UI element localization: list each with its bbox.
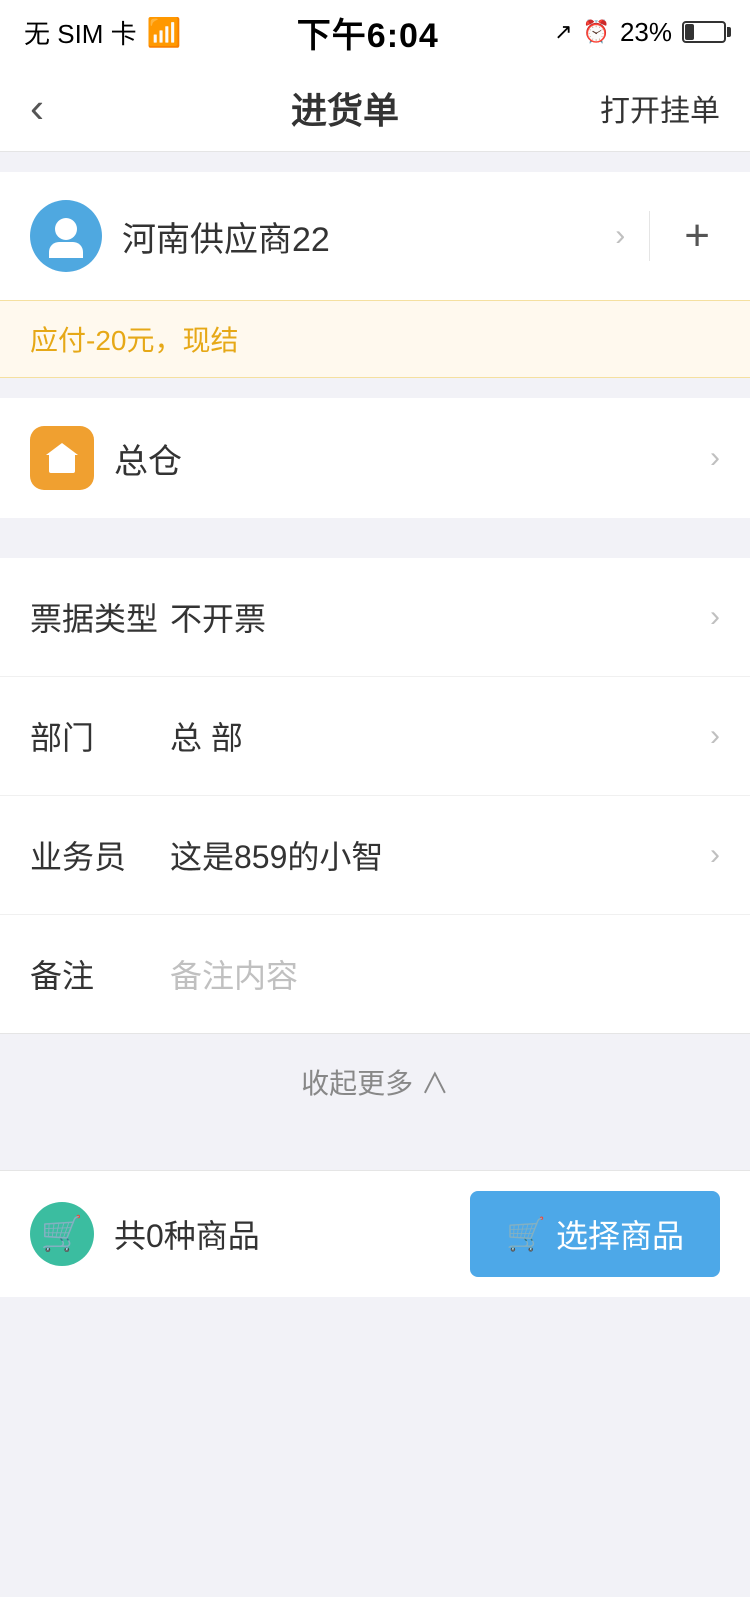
status-carrier: 无 SIM 卡 📶 (24, 14, 182, 51)
sales-chevron-icon: › (710, 838, 720, 872)
remark-input[interactable]: 备注内容 (170, 951, 720, 997)
form-section: 票据类型 不开票 › 部门 总 部 › 业务员 这是859的小智 › 备注 备注… (0, 558, 750, 1033)
wifi-icon: 📶 (147, 16, 182, 49)
supplier-name: 河南供应商22 (122, 212, 615, 261)
gap-1 (0, 152, 750, 172)
select-product-label: 选择商品 (556, 1211, 684, 1257)
warehouse-row[interactable]: 总仓 › (0, 398, 750, 518)
person-icon (48, 218, 84, 254)
warehouse-icon (30, 426, 94, 490)
notice-banner: 应付-20元，现结 (0, 300, 750, 378)
invoice-chevron-icon: › (710, 600, 720, 634)
remark-label: 备注 (30, 951, 170, 997)
sales-value: 这是859的小智 (170, 832, 710, 878)
gap-3 (0, 518, 750, 538)
invoice-value: 不开票 (170, 594, 710, 640)
page-bottom (0, 1297, 750, 1597)
supplier-chevron-icon: › (615, 219, 625, 253)
supplier-row[interactable]: 河南供应商22 › + (0, 172, 750, 300)
battery-icon (682, 21, 726, 43)
gap-4 (0, 1130, 750, 1150)
carrier-text: 无 SIM 卡 (24, 14, 137, 51)
open-pending-button[interactable]: 打开挂单 (600, 86, 720, 130)
add-supplier-button[interactable]: + (674, 211, 720, 261)
remark-row[interactable]: 备注 备注内容 (0, 915, 750, 1033)
warehouse-section: 总仓 › (0, 398, 750, 518)
invoice-label: 票据类型 (30, 594, 170, 640)
product-count: 共0种商品 (114, 1211, 470, 1257)
warehouse-chevron-icon: › (710, 441, 720, 475)
select-product-button[interactable]: 🛒 选择商品 (470, 1191, 720, 1277)
sales-label: 业务员 (30, 832, 170, 878)
dept-row[interactable]: 部门 总 部 › (0, 677, 750, 796)
invoice-row[interactable]: 票据类型 不开票 › (0, 558, 750, 677)
supplier-avatar (30, 200, 102, 272)
collapse-label: 收起更多 ∧ (301, 1068, 449, 1099)
product-cart-icon: 🛒 (30, 1202, 94, 1266)
back-button[interactable]: ‹ (30, 84, 90, 132)
dept-value: 总 部 (170, 713, 710, 759)
bottom-bar: 🛒 共0种商品 🛒 选择商品 (0, 1170, 750, 1297)
dept-label: 部门 (30, 713, 170, 759)
supplier-divider (649, 211, 650, 261)
cart-symbol: 🛒 (41, 1214, 83, 1254)
battery-percent: 23% (620, 17, 672, 48)
status-right: ↗ ⏰ 23% (554, 17, 726, 48)
gap-2 (0, 378, 750, 398)
location-icon: ↗ (554, 19, 572, 45)
alarm-icon: ⏰ (583, 19, 610, 45)
collapse-button[interactable]: 收起更多 ∧ (0, 1033, 750, 1130)
nav-bar: ‹ 进货单 打开挂单 (0, 64, 750, 152)
sales-row[interactable]: 业务员 这是859的小智 › (0, 796, 750, 915)
dept-chevron-icon: › (710, 719, 720, 753)
warehouse-name: 总仓 (114, 434, 710, 483)
status-time: 下午6:04 (297, 8, 439, 57)
select-product-icon: 🛒 (506, 1215, 546, 1253)
house-icon (46, 443, 78, 473)
supplier-section: 河南供应商22 › + 应付-20元，现结 (0, 172, 750, 378)
status-bar: 无 SIM 卡 📶 下午6:04 ↗ ⏰ 23% (0, 0, 750, 64)
notice-text: 应付-20元，现结 (30, 325, 238, 356)
page-title: 进货单 (291, 82, 399, 134)
